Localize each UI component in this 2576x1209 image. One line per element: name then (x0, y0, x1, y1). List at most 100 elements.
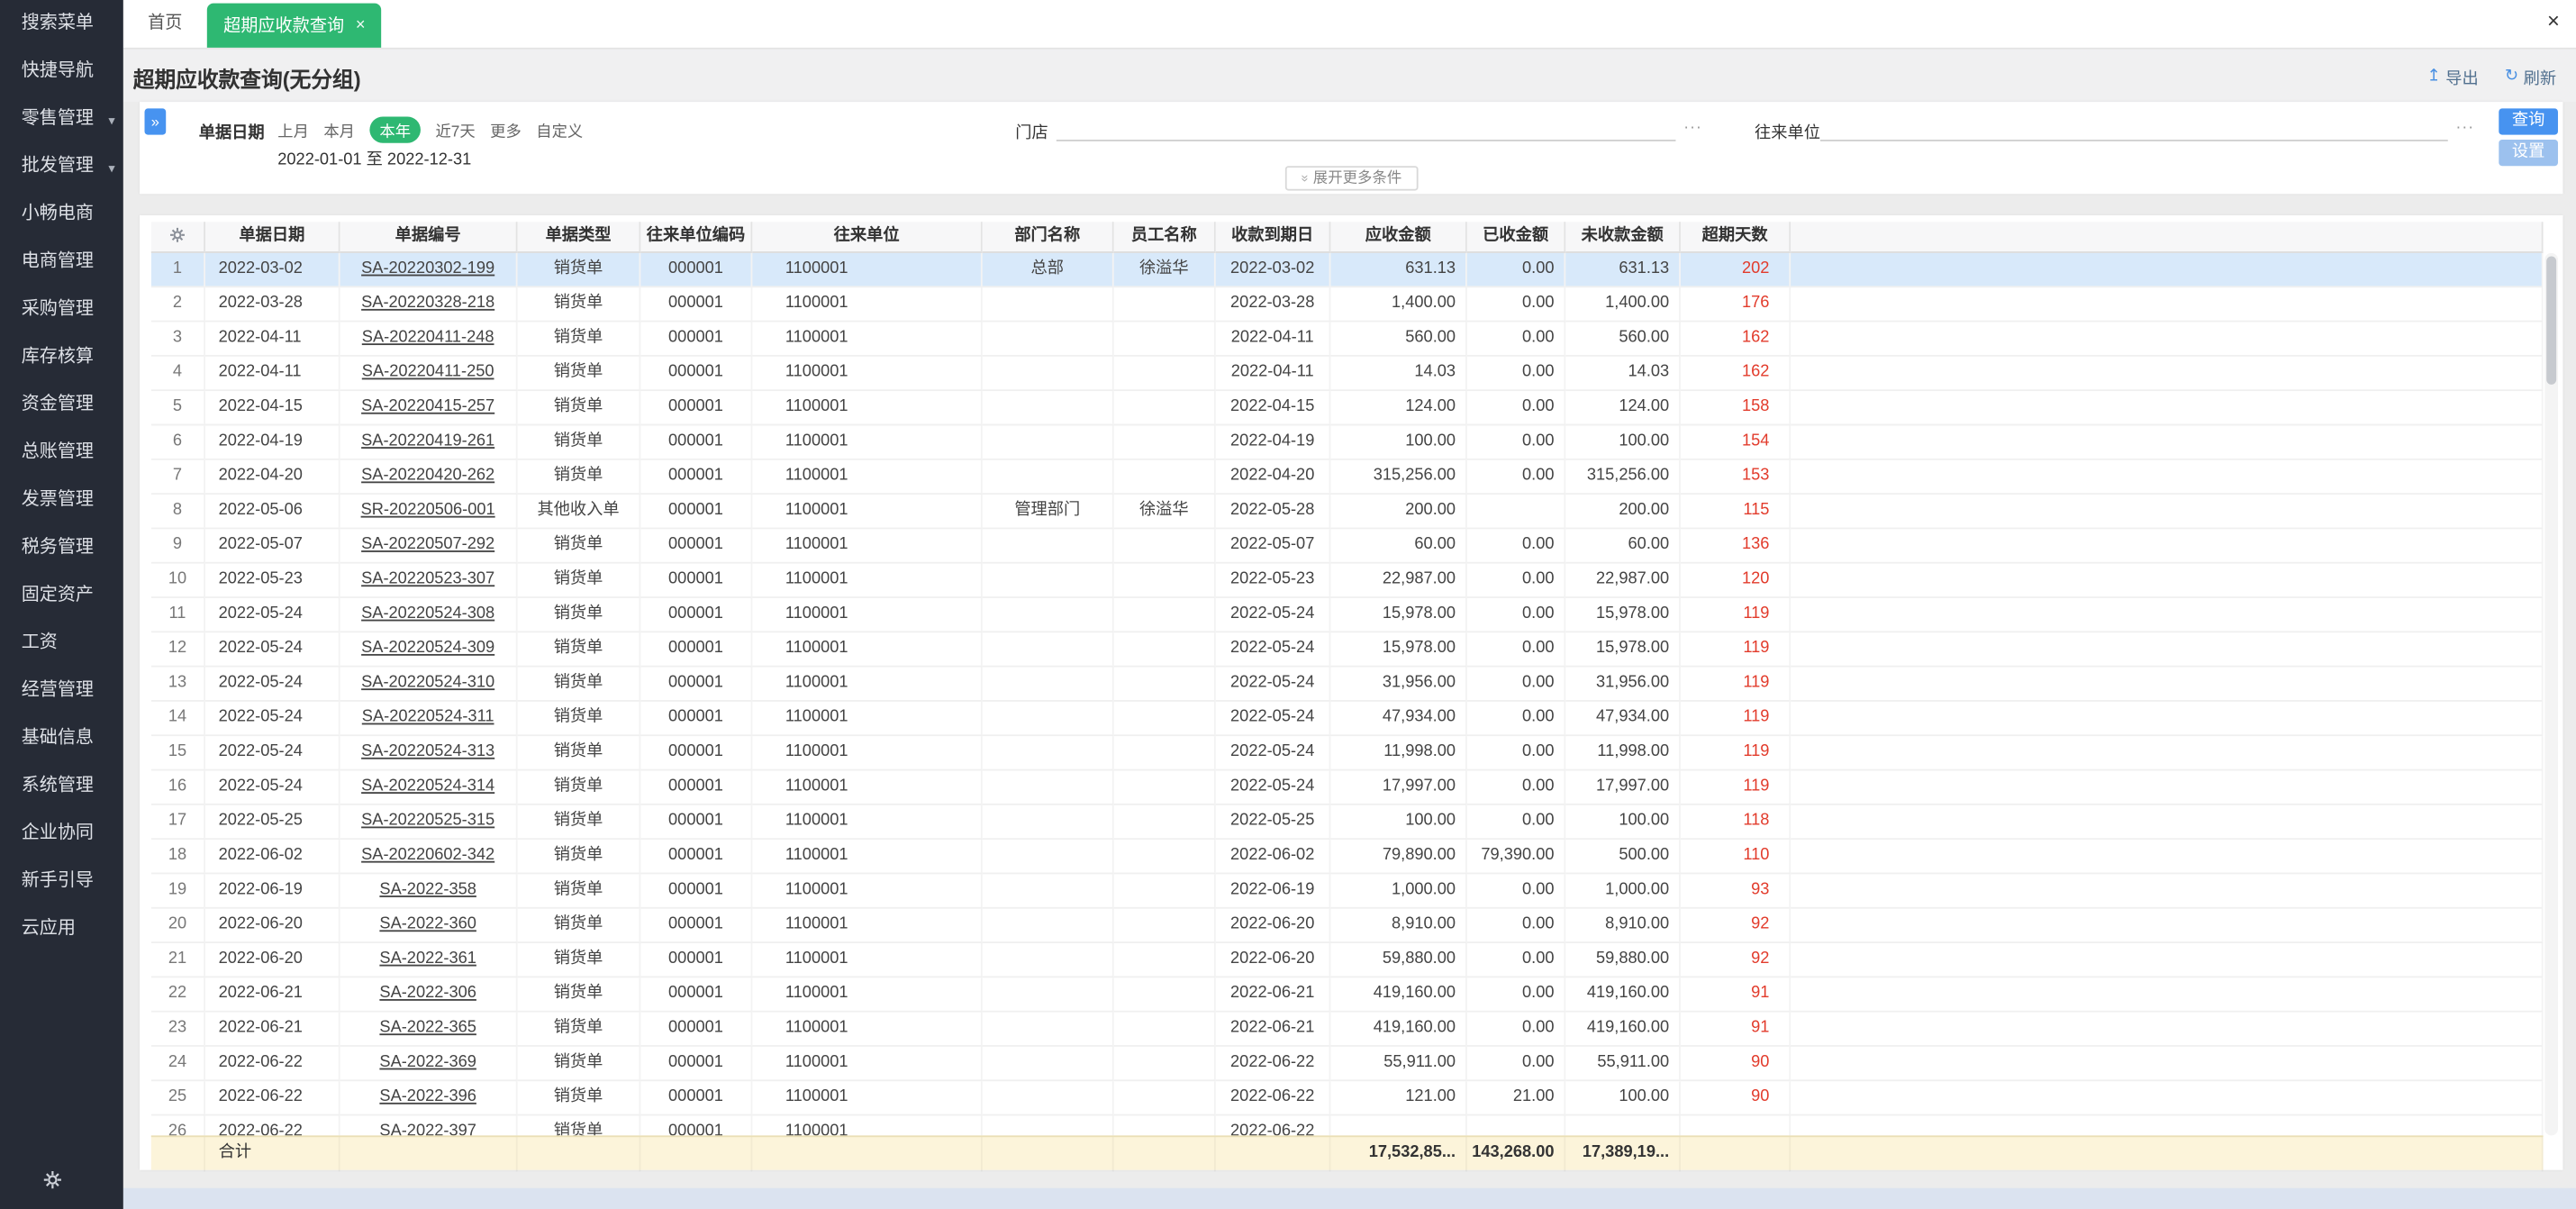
table-row[interactable]: 14 2022-05-24 SA-20220524-311 销货单 000001 1100… (150, 701, 2544, 737)
sidebar-item-6[interactable]: 采购管理 (0, 286, 123, 333)
table-row[interactable]: 3 2022-04-11 SA-20220411-248 销货单 000001 11000… (150, 322, 2544, 357)
sidebar-item-9[interactable]: 总账管理 (0, 429, 123, 477)
doc-link[interactable]: SA-20220411-250 (340, 356, 518, 392)
refresh-button[interactable]: ↻ 刷新 (2505, 64, 2556, 89)
sidebar-item-12[interactable]: 固定资产 (0, 572, 123, 620)
sidebar-item-4[interactable]: 小畅电商 (0, 191, 123, 239)
doc-link[interactable]: SA-20220524-308 (340, 597, 518, 633)
doc-link[interactable]: SA-20220411-248 (340, 322, 518, 357)
settings-gear-icon[interactable] (42, 1168, 62, 1198)
sidebar-item-19[interactable]: 云应用 (0, 905, 123, 953)
sidebar-item-11[interactable]: 税务管理 (0, 524, 123, 572)
doc-link[interactable]: SA-20220420-262 (340, 459, 518, 495)
table-row[interactable]: 13 2022-05-24 SA-20220524-310 销货单 000001 1100… (150, 667, 2544, 702)
column-header-due[interactable]: 收款到期日 (1215, 222, 1331, 253)
tab-close-icon[interactable]: × (356, 16, 366, 34)
sidebar-item-18[interactable]: 新手引导 (0, 858, 123, 905)
doc-link[interactable]: SA-20220524-314 (340, 770, 518, 805)
table-row[interactable]: 21 2022-06-20 SA-2022-361 销货单 000001 1100001 2… (150, 942, 2544, 978)
doc-link[interactable]: SA-20220525-315 (340, 804, 518, 841)
collapse-filter-icon[interactable]: » (144, 108, 167, 135)
column-header-recv[interactable]: 应收金额 (1330, 222, 1467, 253)
doc-link[interactable]: SA-20220524-311 (340, 701, 518, 737)
settings-button[interactable]: 设置 (2499, 140, 2558, 167)
sidebar-item-13[interactable]: 工资 (0, 620, 123, 668)
tab-home[interactable]: 首页 (123, 0, 207, 48)
table-row[interactable]: 7 2022-04-20 SA-20220420-262 销货单 000001 11000… (150, 459, 2544, 495)
column-settings-gear-icon[interactable] (150, 222, 205, 253)
sidebar-item-10[interactable]: 发票管理 (0, 477, 123, 524)
sidebar-item-3[interactable]: 批发管理 ▾ (0, 143, 123, 191)
table-row[interactable]: 6 2022-04-19 SA-20220419-261 销货单 000001 11000… (150, 425, 2544, 460)
table-row[interactable]: 16 2022-05-24 SA-20220524-314 销货单 000001 1100… (150, 770, 2544, 805)
column-header-type[interactable]: 单据类型 (517, 222, 641, 253)
date-option-0[interactable]: 上月 (277, 118, 309, 141)
sidebar-item-0[interactable]: 搜索菜单 (0, 0, 123, 48)
sidebar-item-14[interactable]: 经营管理 (0, 668, 123, 715)
date-option-5[interactable]: 自定义 (536, 118, 583, 141)
table-row[interactable]: 4 2022-04-11 SA-20220411-250 销货单 000001 11000… (150, 356, 2544, 392)
sidebar-item-8[interactable]: 资金管理 (0, 381, 123, 429)
doc-link[interactable]: SA-20220415-257 (340, 391, 518, 426)
doc-link[interactable]: SA-20220507-292 (340, 529, 518, 564)
table-row[interactable]: 17 2022-05-25 SA-20220525-315 销货单 000001 1100… (150, 804, 2544, 841)
doc-link[interactable]: SA-2022-358 (340, 874, 518, 909)
query-button[interactable]: 查询 (2499, 108, 2558, 135)
date-option-2[interactable]: 本年 (369, 116, 422, 143)
column-header-date[interactable]: 单据日期 (205, 222, 340, 253)
table-row[interactable]: 8 2022-05-06 SR-20220506-001 其他收入单 000001 110… (150, 495, 2544, 530)
column-header-overdue[interactable]: 超期天数 (1680, 222, 1791, 253)
sidebar-item-16[interactable]: 系统管理 (0, 762, 123, 810)
doc-link[interactable]: SA-2022-361 (340, 942, 518, 978)
table-row[interactable]: 26 2022-06-22 SA-2022-397 销货单 000001 1100001 2… (150, 1115, 2544, 1136)
date-option-4[interactable]: 更多 (490, 118, 522, 141)
table-row[interactable]: 10 2022-05-23 SA-20220523-307 销货单 000001 1100… (150, 563, 2544, 598)
column-header-paid[interactable]: 已收金额 (1466, 222, 1566, 253)
sidebar-item-17[interactable]: 企业协同 (0, 810, 123, 858)
doc-link[interactable]: SA-20220419-261 (340, 425, 518, 460)
column-header-doc[interactable]: 单据编号 (340, 222, 518, 253)
doc-link[interactable]: SA-20220302-199 (340, 252, 518, 288)
column-header-emp[interactable]: 员工名称 (1113, 222, 1216, 253)
column-header-code[interactable]: 往来单位编码 (640, 222, 753, 253)
column-header-dept[interactable]: 部门名称 (982, 222, 1114, 253)
date-option-1[interactable]: 本月 (323, 118, 355, 141)
partner-input[interactable] (1819, 115, 2448, 141)
sidebar-item-2[interactable]: 零售管理 ▾ (0, 95, 123, 143)
partner-more-button[interactable]: ... (2456, 115, 2475, 133)
export-button[interactable]: ↥ 导出 (2426, 64, 2478, 89)
date-option-3[interactable]: 近7天 (435, 118, 475, 141)
doc-link[interactable]: SA-20220523-307 (340, 563, 518, 598)
doc-link[interactable]: SA-20220524-310 (340, 667, 518, 702)
column-header-unpaid[interactable]: 未收款金额 (1565, 222, 1681, 253)
doc-link[interactable]: SA-2022-397 (340, 1115, 518, 1136)
doc-link[interactable]: SR-20220506-001 (340, 495, 518, 530)
column-header-partner[interactable]: 往来单位 (752, 222, 983, 253)
store-input[interactable] (1056, 115, 1676, 141)
sidebar-item-1[interactable]: 快捷导航 (0, 48, 123, 95)
table-row[interactable]: 1 2022-03-02 SA-20220302-199 销货单 000001 11000… (150, 252, 2544, 288)
table-row[interactable]: 19 2022-06-19 SA-2022-358 销货单 000001 1100001 2… (150, 874, 2544, 909)
sidebar-item-5[interactable]: 电商管理 (0, 238, 123, 286)
doc-link[interactable]: SA-2022-369 (340, 1046, 518, 1082)
doc-link[interactable]: SA-2022-396 (340, 1081, 518, 1116)
doc-link[interactable]: SA-2022-360 (340, 908, 518, 943)
table-row[interactable]: 24 2022-06-22 SA-2022-369 销货单 000001 1100001 2… (150, 1046, 2544, 1082)
table-row[interactable]: 9 2022-05-07 SA-20220507-292 销货单 000001 11000… (150, 529, 2544, 564)
vertical-scrollbar[interactable] (2544, 252, 2558, 1136)
doc-link[interactable]: SA-2022-306 (340, 977, 518, 1013)
expand-more-button[interactable]: »展开更多条件 (1283, 166, 1419, 191)
doc-link[interactable]: SA-20220524-309 (340, 632, 518, 668)
date-range-value[interactable]: 2022-01-01 至 2022-12-31 (277, 145, 471, 169)
table-row[interactable]: 18 2022-06-02 SA-20220602-342 销货单 000001 1100… (150, 840, 2544, 875)
doc-link[interactable]: SA-2022-365 (340, 1012, 518, 1047)
table-row[interactable]: 5 2022-04-15 SA-20220415-257 销货单 000001 11000… (150, 391, 2544, 426)
sidebar-item-7[interactable]: 库存核算 (0, 333, 123, 381)
scrollbar-thumb[interactable] (2546, 256, 2557, 385)
tab-active[interactable]: 超期应收款查询 × (206, 3, 382, 48)
window-close-icon[interactable]: × (2547, 8, 2560, 32)
table-row[interactable]: 23 2022-06-21 SA-2022-365 销货单 000001 1100001 2… (150, 1012, 2544, 1047)
table-row[interactable]: 12 2022-05-24 SA-20220524-309 销货单 000001 1100… (150, 632, 2544, 668)
table-row[interactable]: 22 2022-06-21 SA-2022-306 销货单 000001 1100001 2… (150, 977, 2544, 1013)
doc-link[interactable]: SA-20220602-342 (340, 840, 518, 875)
